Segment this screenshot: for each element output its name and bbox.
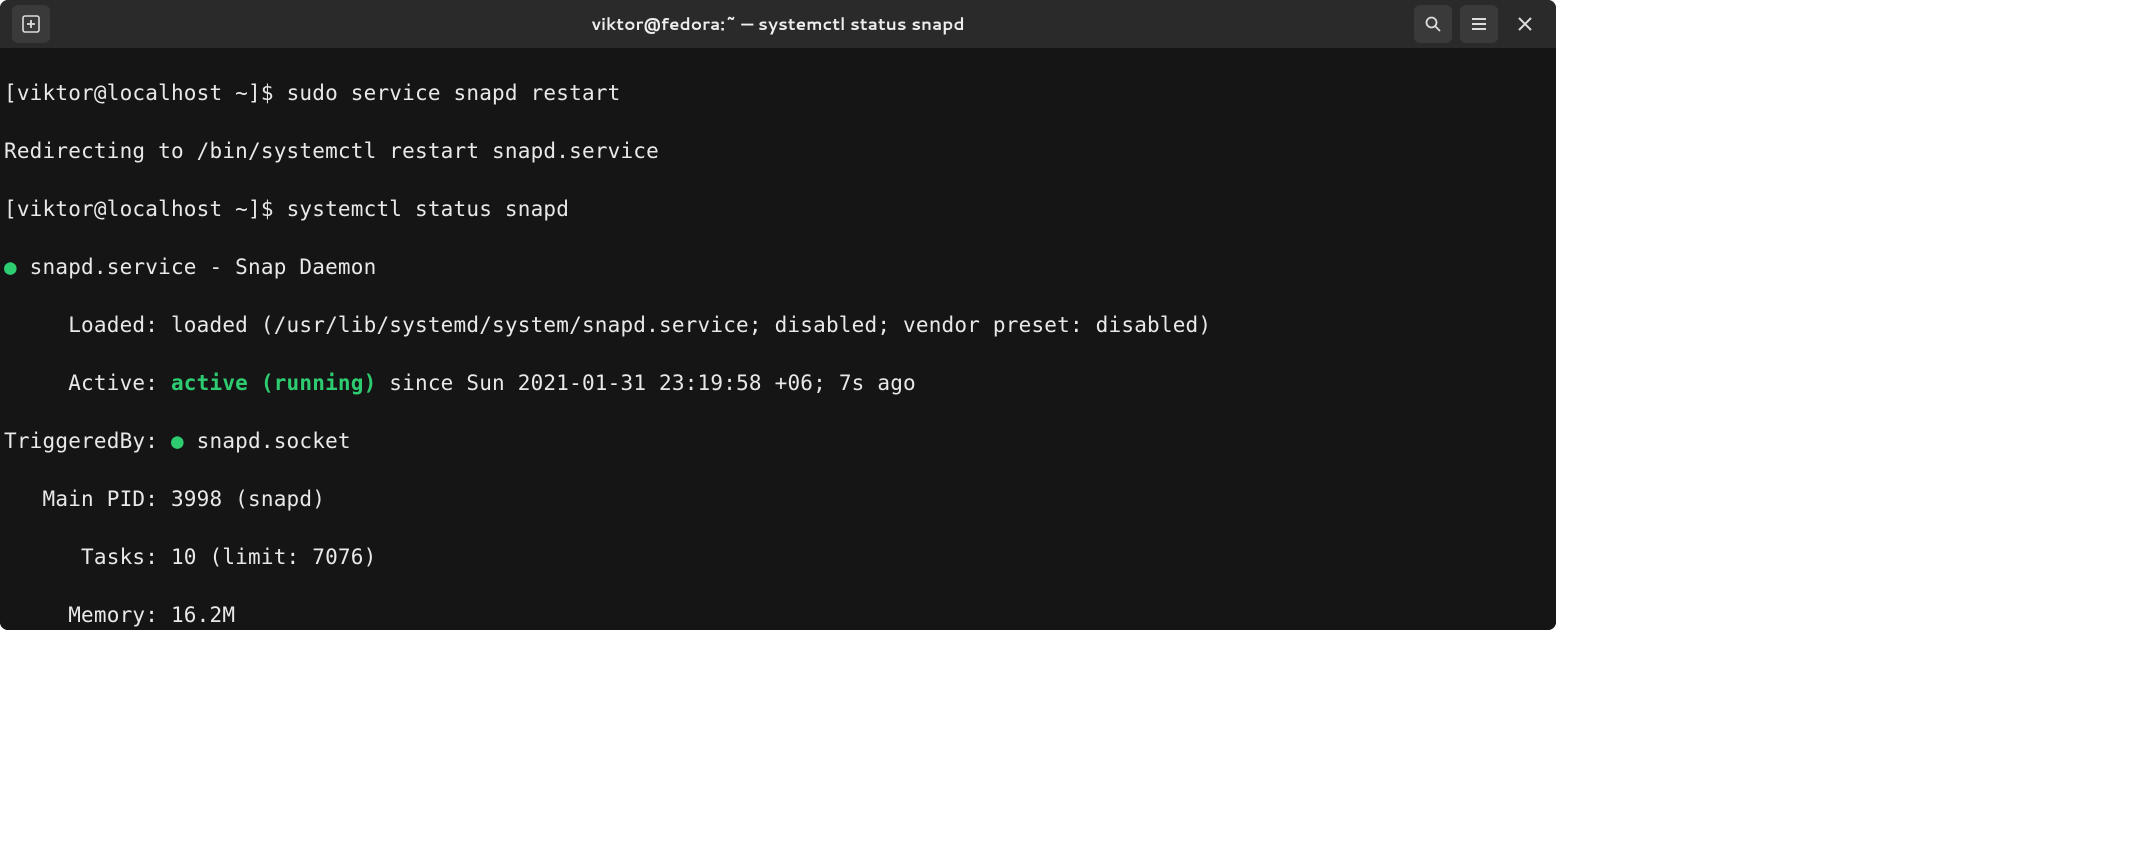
service-header: ● snapd.service - Snap Daemon <box>4 253 1552 282</box>
output-line: Redirecting to /bin/systemctl restart sn… <box>4 137 1552 166</box>
prompt-line: [viktor@localhost ~]$ systemctl status s… <box>4 195 1552 224</box>
mainpid-line: Main PID: 3998 (snapd) <box>4 485 1552 514</box>
close-button[interactable] <box>1506 5 1544 43</box>
search-button[interactable] <box>1414 5 1452 43</box>
command-text: sudo service snapd restart <box>287 81 621 105</box>
loaded-line: Loaded: loaded (/usr/lib/systemd/system/… <box>4 311 1552 340</box>
close-icon <box>1517 16 1533 32</box>
terminal-window: viktor@fedora:~ — systemctl status snapd… <box>0 0 1556 630</box>
search-icon <box>1424 15 1442 33</box>
status-bullet-icon: ● <box>4 255 17 279</box>
shell-prompt: [viktor@localhost ~]$ <box>4 197 287 221</box>
shell-prompt: [viktor@localhost ~]$ <box>4 81 287 105</box>
prompt-line: [viktor@localhost ~]$ sudo service snapd… <box>4 79 1552 108</box>
terminal-output[interactable]: [viktor@localhost ~]$ sudo service snapd… <box>0 48 1556 630</box>
window-title: viktor@fedora:~ — systemctl status snapd <box>0 12 1556 36</box>
socket-name: snapd.socket <box>184 429 351 453</box>
new-tab-button[interactable] <box>12 5 50 43</box>
new-tab-icon <box>21 14 41 34</box>
triggered-line: TriggeredBy: ● snapd.socket <box>4 427 1552 456</box>
status-bullet-icon: ● <box>171 429 184 453</box>
active-line: Active: active (running) since Sun 2021-… <box>4 369 1552 398</box>
tasks-line: Tasks: 10 (limit: 7076) <box>4 543 1552 572</box>
memory-line: Memory: 16.2M <box>4 601 1552 630</box>
command-text: systemctl status snapd <box>287 197 570 221</box>
hamburger-icon <box>1470 15 1488 33</box>
hamburger-menu-button[interactable] <box>1460 5 1498 43</box>
service-name: snapd.service - Snap Daemon <box>17 255 377 279</box>
active-state: active (running) <box>171 371 377 395</box>
titlebar[interactable]: viktor@fedora:~ — systemctl status snapd <box>0 0 1556 48</box>
